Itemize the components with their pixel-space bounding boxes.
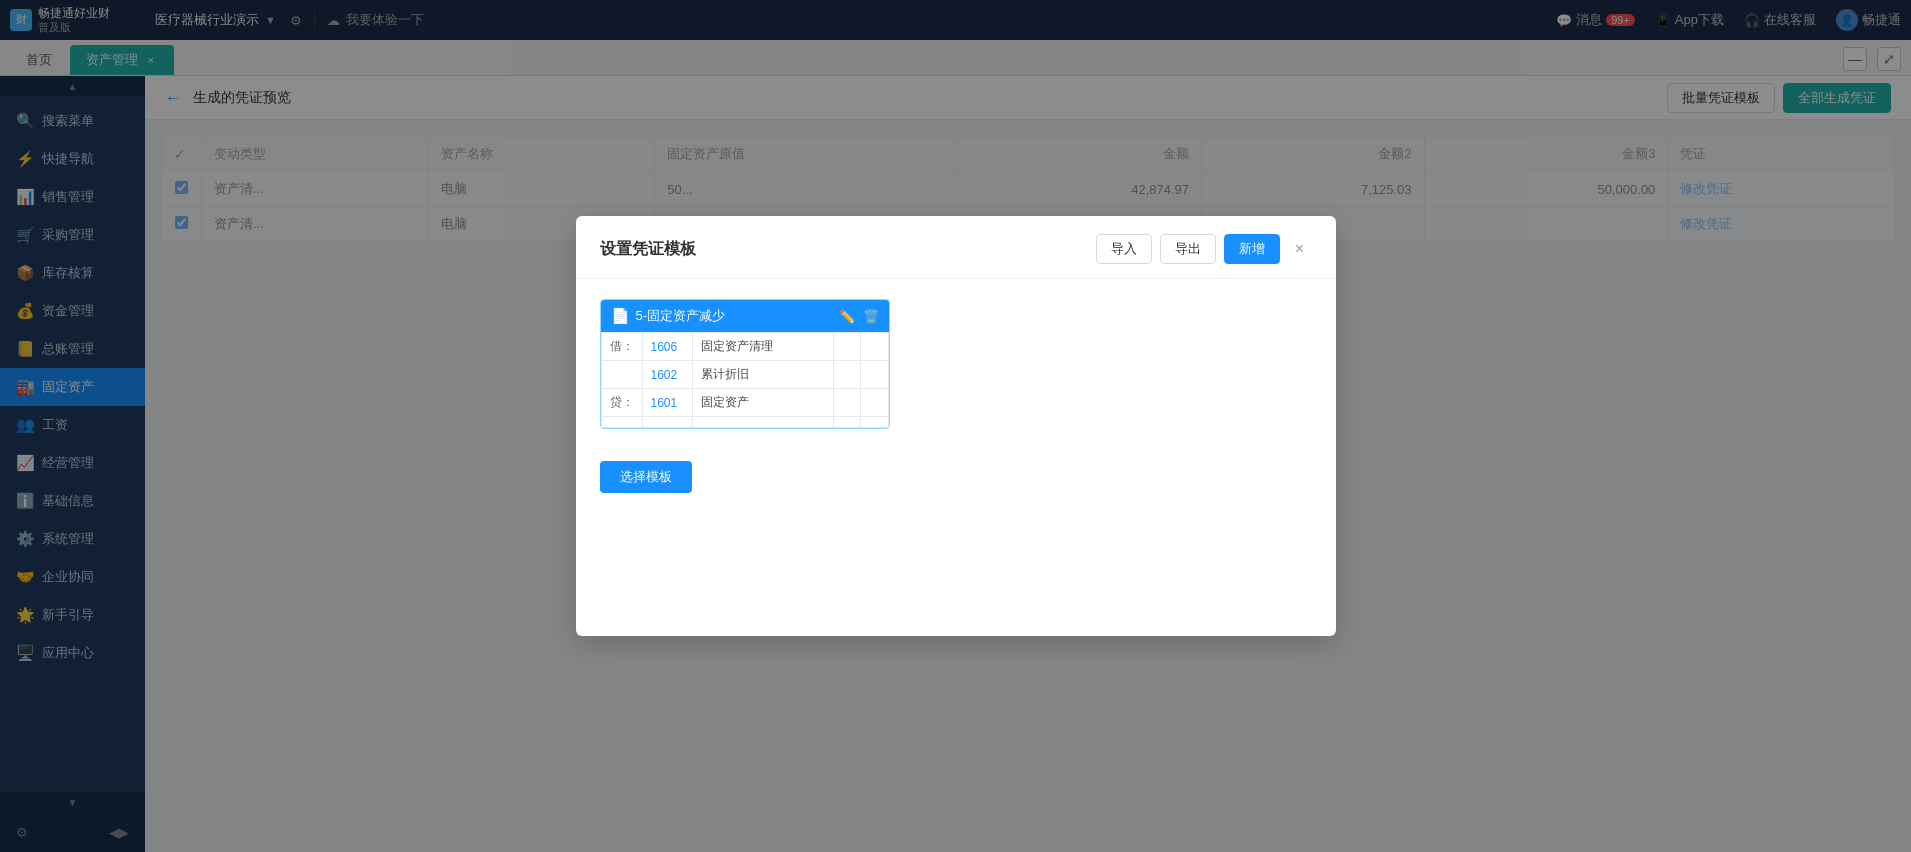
entry-debit-2 xyxy=(834,361,861,389)
entry-code-1: 1606 xyxy=(642,333,692,361)
select-template-button[interactable]: 选择模板 xyxy=(600,461,692,493)
entry-direction-2 xyxy=(601,361,642,389)
entry-credit-1 xyxy=(861,333,888,361)
modal-header: 设置凭证模板 导入 导出 新增 × xyxy=(576,216,1336,279)
template-edit-icon[interactable]: ✏️ xyxy=(839,309,855,324)
template-file-icon: 📄 xyxy=(611,307,630,325)
modal-backdrop: 设置凭证模板 导入 导出 新增 × 📄 xyxy=(145,76,1911,852)
template-card-header: 📄 5-固定资产减少 ✏️ 🗑️ xyxy=(601,300,889,332)
new-button[interactable]: 新增 xyxy=(1224,234,1280,264)
entry-debit-1 xyxy=(834,333,861,361)
entry-credit-2 xyxy=(861,361,888,389)
entry-account-3: 固定资产 xyxy=(692,389,834,417)
entry-direction-1: 借： xyxy=(601,333,642,361)
template-card: 📄 5-固定资产减少 ✏️ 🗑️ xyxy=(600,299,890,429)
entry-direction-3: 贷： xyxy=(601,389,642,417)
modal-close-icon[interactable]: × xyxy=(1288,237,1312,261)
template-entries-table: 借： 1606 固定资产清理 1602 累计折旧 xyxy=(601,332,889,428)
template-card-title: 5-固定资产减少 xyxy=(636,307,726,325)
template-delete-icon[interactable]: 🗑️ xyxy=(863,309,879,324)
template-card-header-actions: ✏️ 🗑️ xyxy=(839,309,879,324)
content-area: ← 生成的凭证预览 批量凭证模板 全部生成凭证 ✓ 变动类型 资产名称 固定资产… xyxy=(145,76,1911,852)
template-empty-row xyxy=(601,417,888,428)
settings-modal: 设置凭证模板 导入 导出 新增 × 📄 xyxy=(576,216,1336,636)
entry-code-3: 1601 xyxy=(642,389,692,417)
modal-header-actions: 导入 导出 新增 × xyxy=(1096,234,1312,264)
entry-account-1: 固定资产清理 xyxy=(692,333,834,361)
template-entry-row: 贷： 1601 固定资产 xyxy=(601,389,888,417)
entry-account-2: 累计折旧 xyxy=(692,361,834,389)
entry-debit-3 xyxy=(834,389,861,417)
modal-title: 设置凭证模板 xyxy=(600,239,696,260)
modal-body: 📄 5-固定资产减少 ✏️ 🗑️ xyxy=(576,279,1336,636)
entry-credit-3 xyxy=(861,389,888,417)
main-layout: ▲ 🔍 搜索菜单 ⚡ 快捷导航 📊 销售管理 🛒 采购管理 📦 库存核算 xyxy=(0,76,1911,852)
template-entry-row: 借： 1606 固定资产清理 xyxy=(601,333,888,361)
select-template-area: 选择模板 xyxy=(600,445,1312,493)
entry-code-2: 1602 xyxy=(642,361,692,389)
export-button[interactable]: 导出 xyxy=(1160,234,1216,264)
template-entry-row: 1602 累计折旧 xyxy=(601,361,888,389)
import-button[interactable]: 导入 xyxy=(1096,234,1152,264)
